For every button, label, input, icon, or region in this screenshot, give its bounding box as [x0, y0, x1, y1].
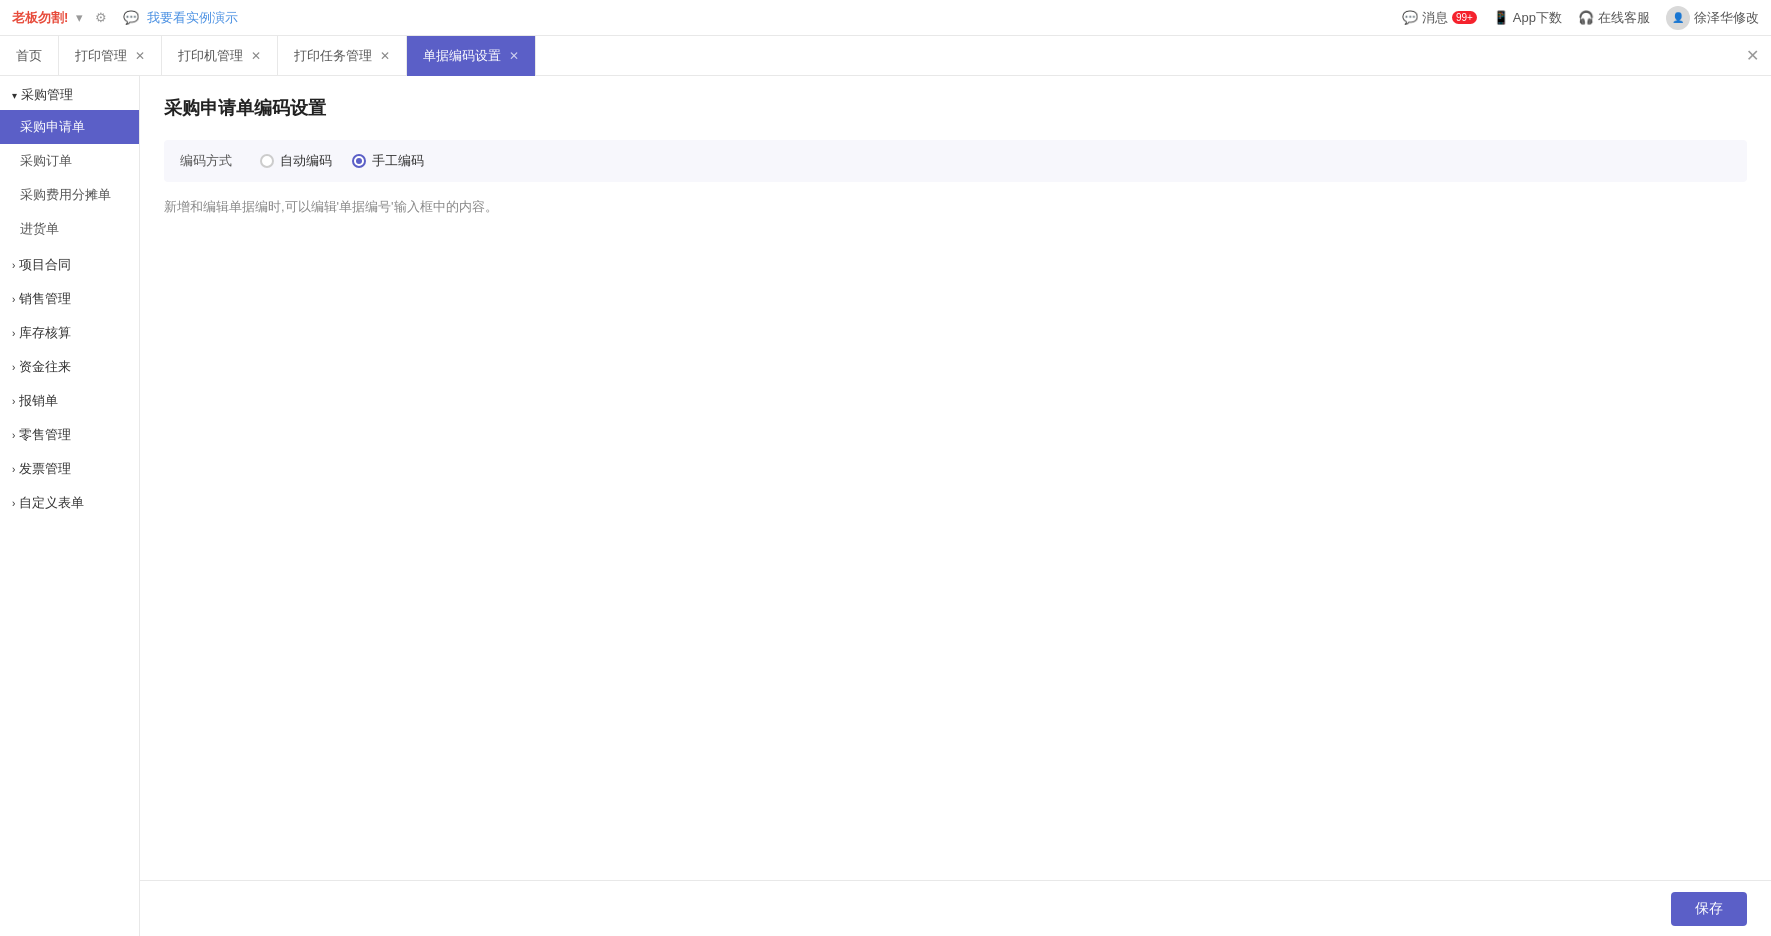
avatar: 👤: [1666, 6, 1690, 30]
encode-label: 编码方式: [180, 152, 232, 170]
page-body: 采购申请单编码设置 编码方式 自动编码 手工编码 新增和编辑单据编时,可以编辑'…: [140, 76, 1771, 880]
tab-print-mgmt[interactable]: 打印管理 ✕: [59, 36, 162, 76]
online-service-label: 在线客服: [1598, 9, 1650, 27]
message-icon: 💬: [1402, 10, 1418, 25]
chevron-down-icon: ▾: [12, 90, 17, 101]
service-icon: 🎧: [1578, 10, 1594, 25]
user-profile[interactable]: 👤 徐泽华修改: [1666, 6, 1759, 30]
tab-print-task-mgmt[interactable]: 打印任务管理 ✕: [278, 36, 407, 76]
sidebar-group-capital[interactable]: › 资金往来: [0, 348, 139, 382]
radio-manual-label: 手工编码: [372, 152, 424, 170]
top-bar-left: 老板勿割! ▾ ⚙ 💬 我要看实例演示: [12, 9, 238, 27]
sidebar-group-capital-label: 资金往来: [19, 358, 71, 376]
main-content: 采购申请单编码设置 编码方式 自动编码 手工编码 新增和编辑单据编时,可以编辑'…: [140, 76, 1771, 936]
sidebar-item-inbound[interactable]: 进货单: [0, 212, 139, 246]
chevron-right-icon-2: ›: [12, 294, 15, 305]
tab-single-code-setting[interactable]: 单据编码设置 ✕: [407, 36, 536, 76]
chevron-right-icon-4: ›: [12, 362, 15, 373]
save-button[interactable]: 保存: [1671, 892, 1747, 926]
sidebar-group-purchase-label: 采购管理: [21, 86, 73, 104]
radio-auto-circle: [260, 154, 274, 168]
radio-auto-label: 自动编码: [280, 152, 332, 170]
user-name: 徐泽华修改: [1694, 9, 1759, 27]
sidebar-group-sales-mgmt[interactable]: › 销售管理: [0, 280, 139, 314]
radio-auto-encode[interactable]: 自动编码: [260, 152, 332, 170]
encode-section: 编码方式 自动编码 手工编码: [164, 140, 1747, 182]
online-service-action[interactable]: 🎧 在线客服: [1578, 9, 1650, 27]
sidebar-item-purchase-request[interactable]: 采购申请单: [0, 110, 139, 144]
sidebar-group-returns-label: 报销单: [19, 392, 58, 410]
sidebar-item-purchase-expense-label: 采购费用分摊单: [20, 187, 111, 202]
sidebar-group-custom-form-label: 自定义表单: [19, 494, 84, 512]
tab-single-code-setting-close[interactable]: ✕: [509, 49, 519, 63]
chevron-right-icon-3: ›: [12, 328, 15, 339]
chevron-right-icon-7: ›: [12, 464, 15, 475]
sidebar-group-sales-mgmt-label: 销售管理: [19, 290, 71, 308]
chevron-right-icon-6: ›: [12, 430, 15, 441]
tab-printer-mgmt[interactable]: 打印机管理 ✕: [162, 36, 278, 76]
sidebar-group-inventory-label: 库存核算: [19, 324, 71, 342]
sidebar-group-invoice-mgmt-label: 发票管理: [19, 460, 71, 478]
radio-manual-encode[interactable]: 手工编码: [352, 152, 424, 170]
tab-home[interactable]: 首页: [0, 36, 59, 76]
app-download-label: App下数: [1513, 9, 1562, 27]
radio-group: 自动编码 手工编码: [260, 152, 424, 170]
app-download-action[interactable]: 📱 App下数: [1493, 9, 1562, 27]
announcement-text[interactable]: 我要看实例演示: [147, 9, 238, 27]
message-action[interactable]: 💬 消息 99+: [1402, 9, 1477, 27]
sidebar-item-purchase-request-label: 采购申请单: [20, 119, 85, 134]
sidebar-group-custom-form[interactable]: › 自定义表单: [0, 484, 139, 518]
chevron-right-icon-8: ›: [12, 498, 15, 509]
message-badge: 99+: [1452, 11, 1477, 24]
sidebar-group-retail-mgmt-label: 零售管理: [19, 426, 71, 444]
sidebar-group-project-contract[interactable]: › 项目合同: [0, 246, 139, 280]
tab-print-task-mgmt-close[interactable]: ✕: [380, 49, 390, 63]
chevron-right-icon: ›: [12, 260, 15, 271]
sidebar-item-purchase-expense[interactable]: 采购费用分摊单: [0, 178, 139, 212]
announcement-icon: 💬: [123, 10, 139, 25]
top-bar: 老板勿割! ▾ ⚙ 💬 我要看实例演示 💬 消息 99+ 📱 App下数 🎧 在…: [0, 0, 1771, 36]
app-icon: 📱: [1493, 10, 1509, 25]
dropdown-icon[interactable]: ▾: [76, 10, 83, 25]
tab-single-code-setting-label: 单据编码设置: [423, 47, 501, 65]
message-label: 消息: [1422, 9, 1448, 27]
top-bar-right: 💬 消息 99+ 📱 App下数 🎧 在线客服 👤 徐泽华修改: [1402, 6, 1759, 30]
close-all-tabs[interactable]: ✕: [1734, 46, 1771, 65]
page-title: 采购申请单编码设置: [164, 96, 1747, 120]
tab-printer-mgmt-close[interactable]: ✕: [251, 49, 261, 63]
sidebar-group-inventory[interactable]: › 库存核算: [0, 314, 139, 348]
radio-manual-circle: [352, 154, 366, 168]
sidebar-item-inbound-label: 进货单: [20, 221, 59, 236]
hint-text: 新增和编辑单据编时,可以编辑'单据编号'输入框中的内容。: [164, 198, 1747, 216]
page-footer: 保存: [140, 880, 1771, 936]
settings-icon[interactable]: ⚙: [95, 10, 107, 25]
chevron-right-icon-5: ›: [12, 396, 15, 407]
tab-home-label: 首页: [16, 47, 42, 65]
sidebar-group-purchase: ▾ 采购管理 采购申请单 采购订单 采购费用分摊单 进货单: [0, 76, 139, 246]
sidebar-group-returns[interactable]: › 报销单: [0, 382, 139, 416]
sidebar-group-invoice-mgmt[interactable]: › 发票管理: [0, 450, 139, 484]
tab-print-mgmt-close[interactable]: ✕: [135, 49, 145, 63]
tab-bar: 首页 打印管理 ✕ 打印机管理 ✕ 打印任务管理 ✕ 单据编码设置 ✕ ✕: [0, 36, 1771, 76]
tab-printer-mgmt-label: 打印机管理: [178, 47, 243, 65]
sidebar-item-purchase-order[interactable]: 采购订单: [0, 144, 139, 178]
tab-print-task-mgmt-label: 打印任务管理: [294, 47, 372, 65]
sidebar: ▾ 采购管理 采购申请单 采购订单 采购费用分摊单 进货单 › 项目合同 › 销…: [0, 76, 140, 936]
layout: ▾ 采购管理 采购申请单 采购订单 采购费用分摊单 进货单 › 项目合同 › 销…: [0, 76, 1771, 936]
sidebar-group-purchase-title[interactable]: ▾ 采购管理: [0, 76, 139, 110]
logo-text: 老板勿割!: [12, 9, 68, 27]
sidebar-group-retail-mgmt[interactable]: › 零售管理: [0, 416, 139, 450]
tab-print-mgmt-label: 打印管理: [75, 47, 127, 65]
sidebar-group-project-contract-label: 项目合同: [19, 256, 71, 274]
sidebar-item-purchase-order-label: 采购订单: [20, 153, 72, 168]
